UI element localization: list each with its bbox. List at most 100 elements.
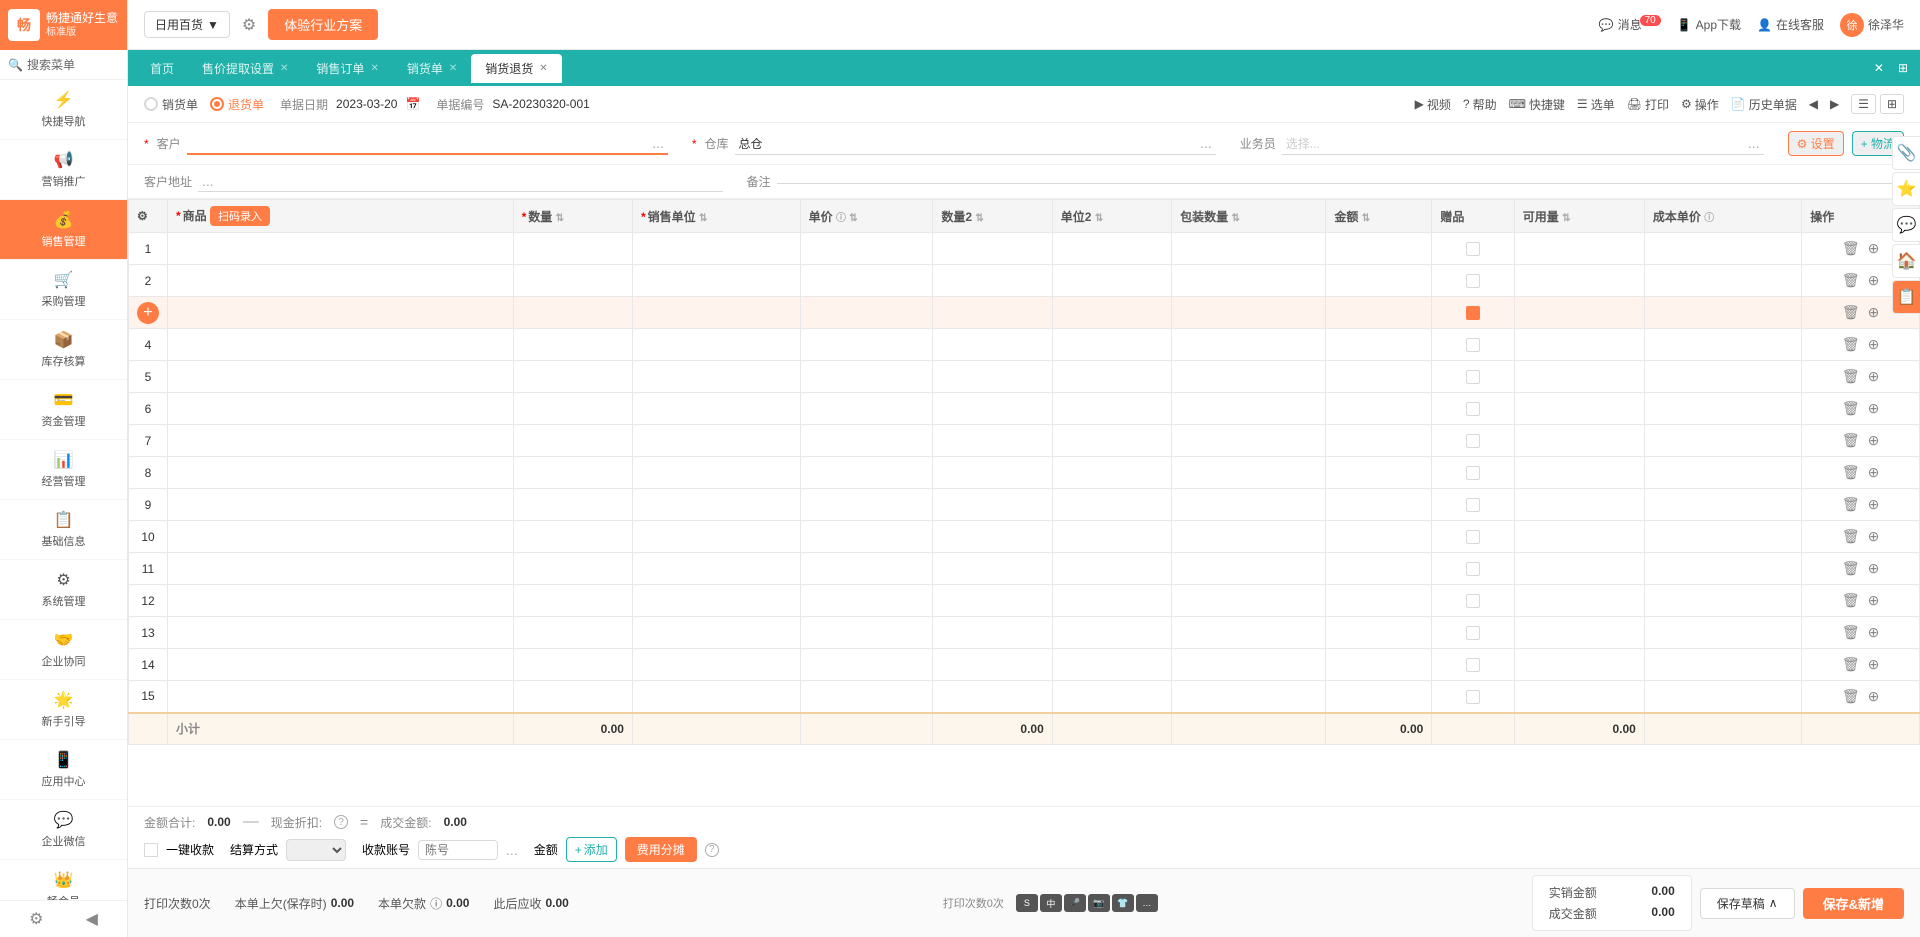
copy-row-4[interactable]: ⊕	[1866, 334, 1882, 355]
shortcut-btn[interactable]: ⌨ 快捷键	[1509, 96, 1565, 113]
table-view-btn[interactable]: ⊞	[1880, 94, 1904, 114]
unit2-cell-1[interactable]	[1052, 233, 1171, 265]
scan-btn[interactable]: 扫码录入	[210, 206, 270, 226]
tab-close-sales-return[interactable]: ✕	[539, 63, 547, 74]
sidebar-search[interactable]: 🔍 搜索菜单	[0, 50, 127, 80]
pkg-cell-1[interactable]	[1172, 233, 1326, 265]
account-dots[interactable]: ...	[506, 842, 518, 858]
copy-row-7[interactable]: ⊕	[1866, 430, 1882, 451]
delete-row-3[interactable]: 🗑	[1840, 302, 1862, 323]
tab-price-extract[interactable]: 售价提取设置 ✕	[188, 54, 302, 83]
unit-cell-2[interactable]	[632, 265, 800, 297]
gift-cell-3[interactable]	[1432, 297, 1514, 329]
product-input-3[interactable]	[176, 306, 505, 320]
copy-row-11[interactable]: ⊕	[1866, 558, 1882, 579]
cost-cell-1[interactable]	[1644, 233, 1801, 265]
delete-row-8[interactable]: 🗑	[1840, 462, 1862, 483]
select-bill-btn[interactable]: ☰ 选单	[1577, 96, 1615, 113]
right-panel-orange[interactable]: 📋	[1892, 280, 1920, 314]
qty2-cell-1[interactable]	[933, 233, 1052, 265]
expense-help-icon[interactable]: ?	[705, 843, 719, 857]
tab-expand-btn[interactable]: ⊞	[1894, 61, 1912, 75]
delete-row-2[interactable]: 🗑	[1840, 270, 1862, 291]
cost-cell-2[interactable]	[1644, 265, 1801, 297]
sidebar-item-app-center[interactable]: 📱 应用中心	[0, 740, 127, 800]
sidebar-item-finance[interactable]: 💳 资金管理	[0, 380, 127, 440]
expense-btn[interactable]: 费用分摊	[625, 837, 697, 862]
save-draft-btn[interactable]: 保存草稿 ∧	[1700, 888, 1795, 919]
sort-icon-unit[interactable]: ⇅	[699, 213, 707, 224]
calendar-icon[interactable]: 📅	[405, 97, 420, 111]
delete-row-4[interactable]: 🗑	[1840, 334, 1862, 355]
one-click-checkbox[interactable]	[144, 843, 158, 857]
tab-close-price-extract[interactable]: ✕	[280, 63, 288, 74]
unit-cell-3[interactable]	[632, 297, 800, 329]
delete-row-15[interactable]: 🗑	[1840, 686, 1862, 707]
qty2-cell-2[interactable]	[933, 265, 1052, 297]
sidebar-item-basic-info[interactable]: 📋 基础信息	[0, 500, 127, 560]
avail-cell-3[interactable]	[1514, 297, 1644, 329]
pkg-cell-3[interactable]	[1172, 297, 1326, 329]
sidebar-item-vip[interactable]: 👑 畅会员	[0, 860, 127, 900]
message-btn[interactable]: 💬 消息 70	[1599, 16, 1661, 33]
settings-icon[interactable]: ⚙	[242, 15, 256, 35]
sidebar-item-quick-nav[interactable]: ⚡ 快捷导航	[0, 80, 127, 140]
cost-cell-3[interactable]	[1644, 297, 1801, 329]
sidebar-item-operations[interactable]: 📊 经营管理	[0, 440, 127, 500]
sidebar-item-system[interactable]: ⚙ 系统管理	[0, 560, 127, 620]
qty-cell-2[interactable]	[513, 265, 632, 297]
debit-help[interactable]: ⓘ	[430, 895, 442, 912]
gift-cell-2[interactable]	[1432, 265, 1514, 297]
copy-row-12[interactable]: ⊕	[1866, 590, 1882, 611]
setting-btn[interactable]: ⚙ 设置	[1788, 131, 1844, 156]
delete-row-13[interactable]: 🗑	[1840, 622, 1862, 643]
staff-input[interactable]: 选择... ...	[1282, 133, 1764, 155]
amount-cell-1[interactable]	[1326, 233, 1432, 265]
sort-icon-qty2[interactable]: ⇅	[975, 213, 983, 224]
sidebar-item-purchase[interactable]: 🛒 采购管理	[0, 260, 127, 320]
copy-row-2[interactable]: ⊕	[1866, 270, 1882, 291]
unit2-cell-2[interactable]	[1052, 265, 1171, 297]
price-cell-1[interactable]	[800, 233, 933, 265]
tab-home[interactable]: 首页	[136, 54, 188, 83]
unit-cell-1[interactable]	[632, 233, 800, 265]
unit2-cell-3[interactable]	[1052, 297, 1171, 329]
price-cell-2[interactable]	[800, 265, 933, 297]
sidebar-item-sales[interactable]: 💰 销售管理	[0, 200, 127, 260]
operate-btn[interactable]: ⚙ 操作	[1681, 96, 1719, 113]
amount-cell-2[interactable]	[1326, 265, 1432, 297]
sort-icon-price[interactable]: ⇅	[849, 213, 857, 224]
sort-icon-amount[interactable]: ⇅	[1362, 213, 1370, 224]
industry-select[interactable]: 日用百货 ▼	[144, 11, 230, 38]
right-panel-chat[interactable]: 💬	[1892, 208, 1920, 242]
video-btn[interactable]: ▶ 视频	[1415, 96, 1451, 113]
collapse-icon[interactable]: ◀	[86, 909, 98, 929]
print-btn[interactable]: 🖨 打印	[1627, 96, 1669, 113]
copy-row-13[interactable]: ⊕	[1866, 622, 1882, 643]
gift-cell-1[interactable]	[1432, 233, 1514, 265]
qty-cell-1[interactable]	[513, 233, 632, 265]
tab-sales-order[interactable]: 销售订单 ✕	[302, 54, 392, 83]
pkg-cell-2[interactable]	[1172, 265, 1326, 297]
grid-view-btn[interactable]: ☰	[1851, 94, 1876, 114]
avail-cell-1[interactable]	[1514, 233, 1644, 265]
copy-row-10[interactable]: ⊕	[1866, 526, 1882, 547]
account-input[interactable]	[418, 840, 498, 860]
delete-row-11[interactable]: 🗑	[1840, 558, 1862, 579]
add-payment-btn[interactable]: + 添加	[566, 837, 617, 862]
sidebar-item-collab[interactable]: 🤝 企业协同	[0, 620, 127, 680]
qty2-cell-3[interactable]	[933, 297, 1052, 329]
add-row-btn[interactable]: +	[137, 302, 159, 324]
copy-row-1[interactable]: ⊕	[1866, 238, 1882, 259]
product-cell-3[interactable]	[168, 297, 514, 329]
delete-row-7[interactable]: 🗑	[1840, 430, 1862, 451]
trial-btn[interactable]: 体验行业方案	[268, 9, 378, 40]
radio-sale[interactable]: 销货单	[144, 96, 198, 113]
copy-row-14[interactable]: ⊕	[1866, 654, 1882, 675]
tab-close-sales-order[interactable]: ✕	[370, 63, 378, 74]
tab-sales-return[interactable]: 销货退货 ✕	[471, 54, 561, 83]
delete-row-9[interactable]: 🗑	[1840, 494, 1862, 515]
sort-icon-pkg[interactable]: ⇅	[1232, 213, 1240, 224]
delete-row-14[interactable]: 🗑	[1840, 654, 1862, 675]
settings-footer-icon[interactable]: ⚙	[29, 909, 43, 929]
